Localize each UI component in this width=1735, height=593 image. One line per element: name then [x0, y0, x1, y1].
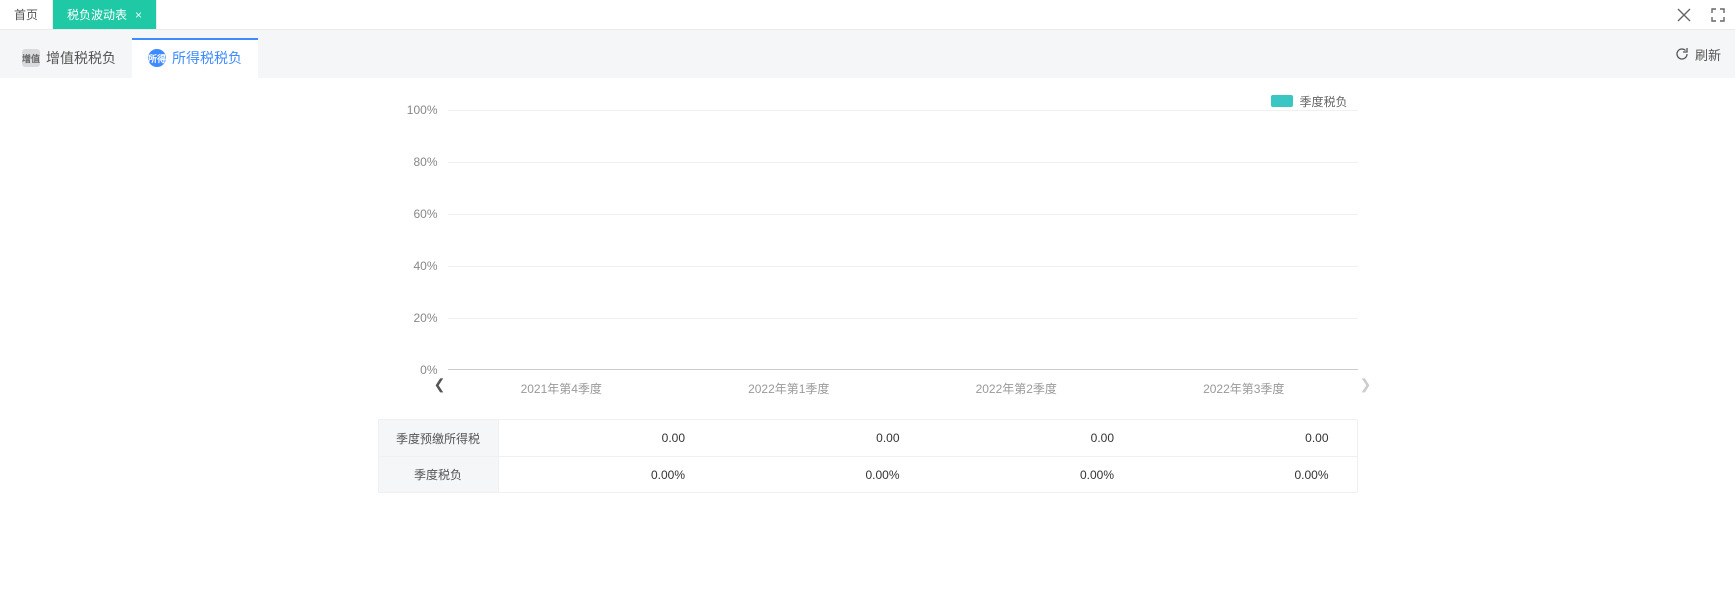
vat-icon: 增值	[22, 49, 40, 67]
chart-next-icon[interactable]: ❯	[1356, 376, 1376, 393]
refresh-icon	[1675, 47, 1689, 61]
x-tick: 2021年第4季度	[448, 370, 676, 397]
table-cell: 0.00	[499, 420, 714, 456]
legend-swatch	[1271, 95, 1293, 107]
refresh-label: 刷新	[1695, 45, 1721, 64]
y-tick: 100%	[407, 103, 438, 117]
y-tick: 40%	[413, 259, 437, 273]
top-tab-tax-volatility-label: 税负波动表	[67, 6, 127, 23]
table-cell: 0.00	[1142, 420, 1357, 456]
table-row: 季度预缴所得税 0.00 0.00 0.00 0.00	[379, 420, 1357, 456]
income-tax-icon: 所得	[148, 49, 166, 67]
table-cell: 0.00	[928, 420, 1143, 456]
data-table: 季度预缴所得税 0.00 0.00 0.00 0.00 季度税负 0.00% 0…	[378, 419, 1358, 493]
x-axis-labels: ❮ 2021年第4季度 2022年第1季度 2022年第2季度 2022年第3季…	[448, 370, 1358, 397]
subtab-income-tax-label: 所得税税负	[172, 48, 242, 68]
table-row: 季度税负 0.00% 0.00% 0.00% 0.00%	[379, 456, 1357, 492]
y-tick: 20%	[413, 311, 437, 325]
table-cell: 0.00%	[713, 457, 928, 492]
table-cell: 0.00%	[1142, 457, 1357, 492]
y-axis: 100% 80% 60% 40% 20% 0%	[378, 110, 448, 370]
table-cell: 0.00%	[928, 457, 1143, 492]
plot-area	[448, 110, 1358, 370]
table-cell: 0.00	[713, 420, 928, 456]
y-tick: 80%	[413, 155, 437, 169]
chart-prev-icon[interactable]: ❮	[430, 376, 450, 393]
subtab-income-tax[interactable]: 所得 所得税税负	[132, 38, 258, 78]
refresh-button[interactable]: 刷新	[1675, 30, 1721, 78]
top-tab-tax-volatility[interactable]: 税负波动表 ×	[53, 0, 157, 29]
chart-card: 季度税负 100% 80% 60% 40% 20% 0% ❮	[378, 92, 1358, 493]
table-row-label: 季度税负	[379, 457, 499, 492]
fullscreen-icon[interactable]	[1707, 4, 1729, 26]
chart-legend: 季度税负	[378, 92, 1358, 110]
top-tab-home[interactable]: 首页	[0, 0, 53, 29]
subtab-vat[interactable]: 增值 增值税税负	[6, 38, 132, 78]
close-tab-icon[interactable]: ×	[135, 8, 142, 22]
sub-toolbar: 增值 增值税税负 所得 所得税税负 刷新	[0, 30, 1735, 78]
x-tick: 2022年第3季度	[1130, 370, 1358, 397]
y-tick: 0%	[420, 363, 437, 377]
table-row-label: 季度预缴所得税	[379, 420, 499, 456]
subtab-vat-label: 增值税税负	[46, 48, 116, 68]
x-tick: 2022年第2季度	[903, 370, 1131, 397]
y-tick: 60%	[413, 207, 437, 221]
table-cell: 0.00%	[499, 457, 714, 492]
top-tab-bar: 首页 税负波动表 ×	[0, 0, 1735, 30]
x-tick: 2022年第1季度	[675, 370, 903, 397]
close-icon[interactable]	[1673, 4, 1695, 26]
chart-plot: 100% 80% 60% 40% 20% 0%	[378, 110, 1358, 370]
top-tab-home-label: 首页	[14, 6, 38, 23]
legend-label: 季度税负	[1299, 93, 1347, 110]
